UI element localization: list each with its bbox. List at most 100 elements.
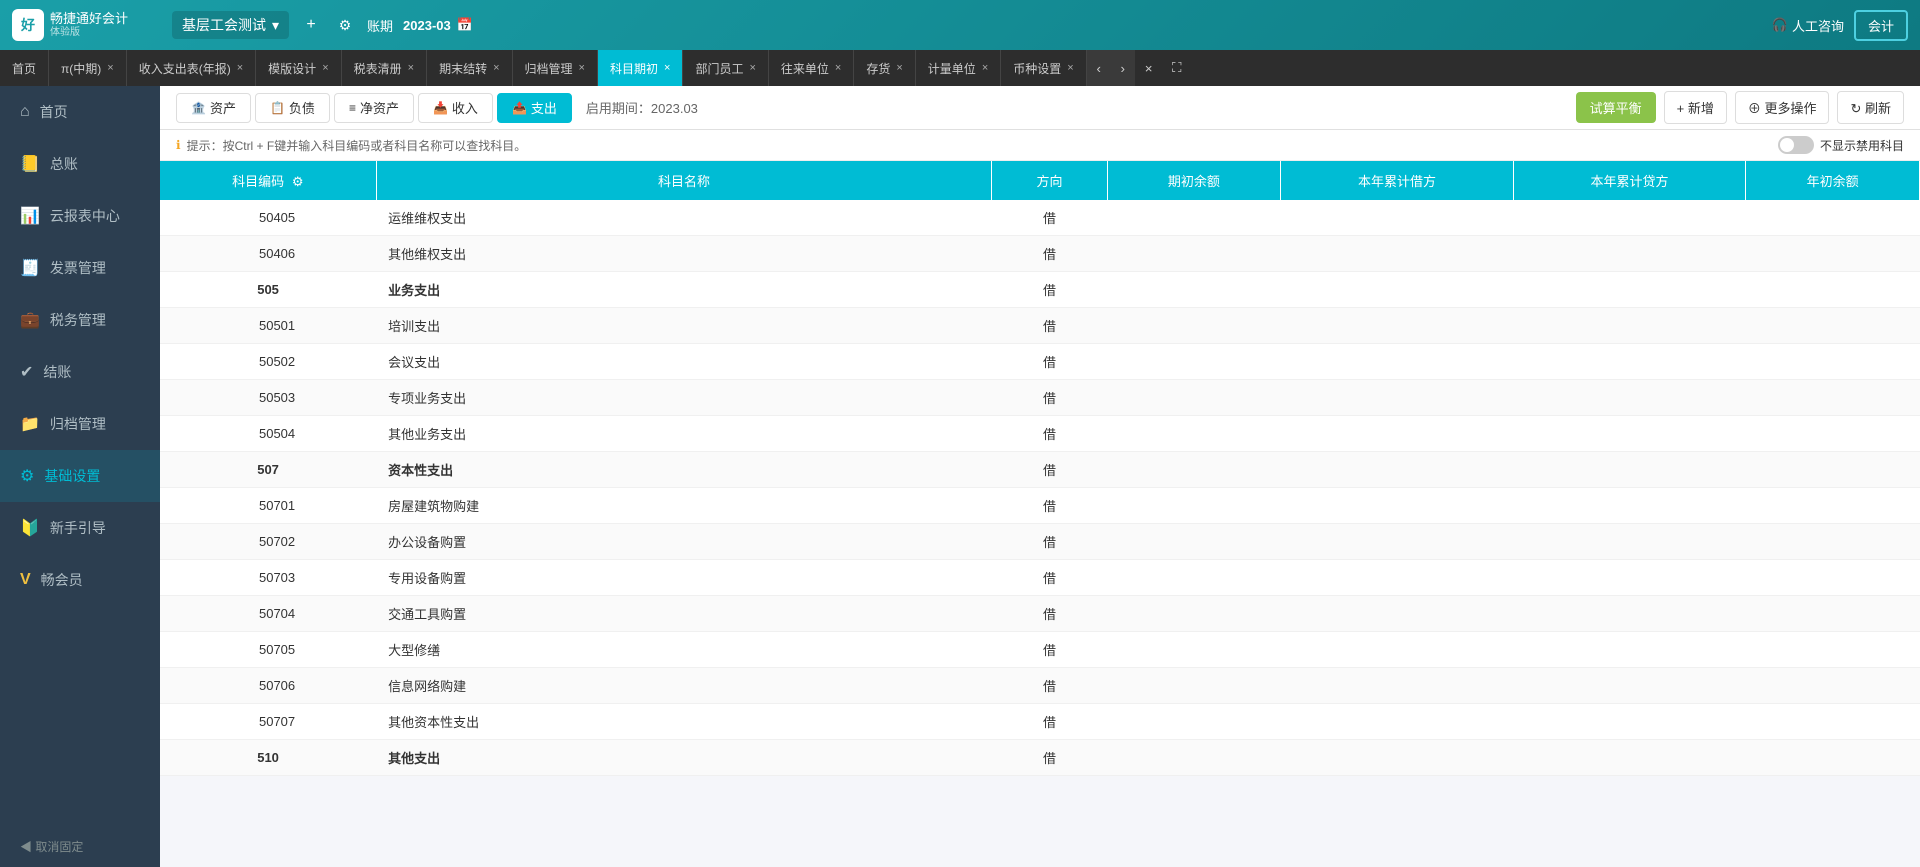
tab-close-period-end[interactable]: ×: [493, 62, 499, 74]
tab-currency[interactable]: 币种设置 ×: [1001, 50, 1086, 86]
tab-subject-init[interactable]: 科目期初 ×: [598, 50, 683, 86]
sub-tab-asset[interactable]: 🏦 资产: [176, 93, 251, 123]
sidebar-item-member[interactable]: V 畅会员: [0, 554, 160, 606]
tab-close-balance-mid[interactable]: ×: [107, 62, 113, 74]
tab-close-inventory[interactable]: ×: [896, 62, 902, 74]
content-area: 🏦 资产 📋 负债 ≡ 净资产 📥 收入 📤 支出 启用期间：2023.03: [160, 86, 1920, 867]
toolbar-right: 试算平衡 + 新增 ⊕ 更多操作 ↻ 刷新: [1576, 91, 1904, 124]
cell-direction: 借: [992, 380, 1107, 416]
cell-ytd-debit: [1281, 668, 1513, 704]
cell-ytd-debit: [1281, 308, 1513, 344]
table-row[interactable]: 50503专项业务支出借: [160, 380, 1920, 416]
cell-code: 50501: [160, 308, 376, 344]
toggle-label: 不显示禁用科目: [1820, 137, 1904, 154]
sub-tab-income[interactable]: 📥 收入: [418, 93, 493, 123]
tab-close-subject-init[interactable]: ×: [664, 62, 670, 74]
table-row[interactable]: 50504其他业务支出借: [160, 416, 1920, 452]
tab-counterparty[interactable]: 往来单位 ×: [769, 50, 854, 86]
cell-year-opening: [1746, 272, 1920, 308]
table-row[interactable]: 50502会议支出借: [160, 344, 1920, 380]
table-row[interactable]: 50705大型修缮借: [160, 632, 1920, 668]
settings-icon-btn[interactable]: ⚙: [333, 7, 357, 43]
add-tab-btn[interactable]: +: [299, 7, 323, 43]
table-row[interactable]: 510其他支出借: [160, 740, 1920, 776]
customer-service-btn[interactable]: 🎧 人工咨询: [1772, 16, 1844, 35]
refresh-btn[interactable]: ↻ 刷新: [1837, 91, 1904, 124]
tab-period-end[interactable]: 期末结转 ×: [427, 50, 512, 86]
tab-measure-unit[interactable]: 计量单位 ×: [916, 50, 1001, 86]
cell-year-opening: [1746, 308, 1920, 344]
tab-close-all-btn[interactable]: ×: [1135, 50, 1163, 86]
table-row[interactable]: 50704交通工具购置借: [160, 596, 1920, 632]
tab-close-archive[interactable]: ×: [579, 62, 585, 74]
tab-prev-btn[interactable]: ‹: [1087, 50, 1111, 86]
tax-icon: 💼: [20, 310, 40, 330]
calendar-icon[interactable]: 📅: [457, 17, 473, 33]
tab-tax-clear[interactable]: 税表清册 ×: [342, 50, 427, 86]
tab-close-income-annual[interactable]: ×: [237, 62, 243, 74]
code-settings-icon[interactable]: ⚙: [292, 174, 304, 189]
tab-close-tax-clear[interactable]: ×: [408, 62, 414, 74]
tab-next-btn[interactable]: ›: [1111, 50, 1135, 86]
tab-dept-employee[interactable]: 部门员工 ×: [683, 50, 768, 86]
table-row[interactable]: 50706信息网络购建借: [160, 668, 1920, 704]
table-row[interactable]: 50701房屋建筑物购建借: [160, 488, 1920, 524]
cell-ytd-debit: [1281, 560, 1513, 596]
table-row[interactable]: 50702办公设备购置借: [160, 524, 1920, 560]
table-row[interactable]: 505业务支出借: [160, 272, 1920, 308]
tab-balance-mid[interactable]: π(中期) ×: [49, 50, 127, 86]
tab-home[interactable]: 首页: [0, 50, 49, 86]
table-row[interactable]: 50501培训支出借: [160, 308, 1920, 344]
table-row[interactable]: 507资本性支出借: [160, 452, 1920, 488]
more-ops-btn[interactable]: ⊕ 更多操作: [1735, 91, 1830, 124]
account-button[interactable]: 会计: [1854, 10, 1908, 41]
sub-tab-liability[interactable]: 📋 负债: [255, 93, 330, 123]
col-direction: 方向: [992, 161, 1107, 200]
tab-close-counterparty[interactable]: ×: [835, 62, 841, 74]
tab-income-annual[interactable]: 收入支出表(年报) ×: [127, 50, 256, 86]
table-row[interactable]: 50406其他维权支出借: [160, 236, 1920, 272]
col-year-opening: 年初余额: [1746, 161, 1920, 200]
table-row[interactable]: 50405运维维权支出借: [160, 200, 1920, 236]
income-icon: 📥: [433, 101, 448, 115]
sub-tab-net-asset[interactable]: ≡ 净资产: [334, 93, 414, 123]
sidebar-item-settings[interactable]: ⚙ 基础设置: [0, 450, 160, 502]
company-name-btn[interactable]: 基层工会测试 ▾: [172, 11, 289, 39]
tab-close-measure-unit[interactable]: ×: [982, 62, 988, 74]
tab-close-currency[interactable]: ×: [1067, 62, 1073, 74]
sub-tab-expense[interactable]: 📤 支出: [497, 93, 572, 123]
sidebar-collapse-btn[interactable]: ◀ 取消固定: [0, 826, 160, 867]
tab-template[interactable]: 模版设计 ×: [256, 50, 341, 86]
sidebar-item-settle[interactable]: ✔ 结账: [0, 346, 160, 398]
cell-name: 其他资本性支出: [376, 704, 992, 740]
sidebar-item-tax[interactable]: 💼 税务管理: [0, 294, 160, 346]
hint-text: 提示：按Ctrl + F键并输入科目编码或者科目名称可以查找科目。: [187, 137, 527, 154]
add-btn[interactable]: + 新增: [1664, 91, 1727, 124]
tab-expand-btn[interactable]: ⛶: [1163, 50, 1191, 86]
sidebar-item-invoice[interactable]: 🧾 发票管理: [0, 242, 160, 294]
sidebar-item-ledger[interactable]: 📒 总账: [0, 138, 160, 190]
sub-tab-bar: 🏦 资产 📋 负债 ≡ 净资产 📥 收入 📤 支出 启用期间：2023.03: [160, 86, 1920, 130]
cell-name: 专项业务支出: [376, 380, 992, 416]
table-container[interactable]: 科目编码 ⚙ 科目名称 方向 期初余额 本年累计借方: [160, 161, 1920, 867]
col-ytd-debit: 本年累计借方: [1281, 161, 1513, 200]
sidebar-item-archive[interactable]: 📁 归档管理: [0, 398, 160, 450]
cell-year-opening: [1746, 380, 1920, 416]
calc-balance-btn[interactable]: 试算平衡: [1576, 92, 1656, 123]
cell-opening-balance: [1107, 704, 1281, 740]
disable-toggle[interactable]: [1778, 136, 1814, 154]
tab-close-template[interactable]: ×: [322, 62, 328, 74]
sidebar-item-report[interactable]: 📊 云报表中心: [0, 190, 160, 242]
cell-year-opening: [1746, 560, 1920, 596]
hint-bar: ℹ 提示：按Ctrl + F键并输入科目编码或者科目名称可以查找科目。 不显示禁…: [160, 130, 1920, 161]
cell-ytd-debit: [1281, 380, 1513, 416]
tab-close-dept-employee[interactable]: ×: [749, 62, 755, 74]
cell-ytd-debit: [1281, 740, 1513, 776]
sidebar-item-guide[interactable]: 🔰 新手引导: [0, 502, 160, 554]
table-row[interactable]: 50703专用设备购置借: [160, 560, 1920, 596]
table-row[interactable]: 50707其他资本性支出借: [160, 704, 1920, 740]
tab-archive[interactable]: 归档管理 ×: [513, 50, 598, 86]
cell-year-opening: [1746, 452, 1920, 488]
tab-inventory[interactable]: 存货 ×: [854, 50, 915, 86]
sidebar-item-home[interactable]: ⌂ 首页: [0, 86, 160, 138]
